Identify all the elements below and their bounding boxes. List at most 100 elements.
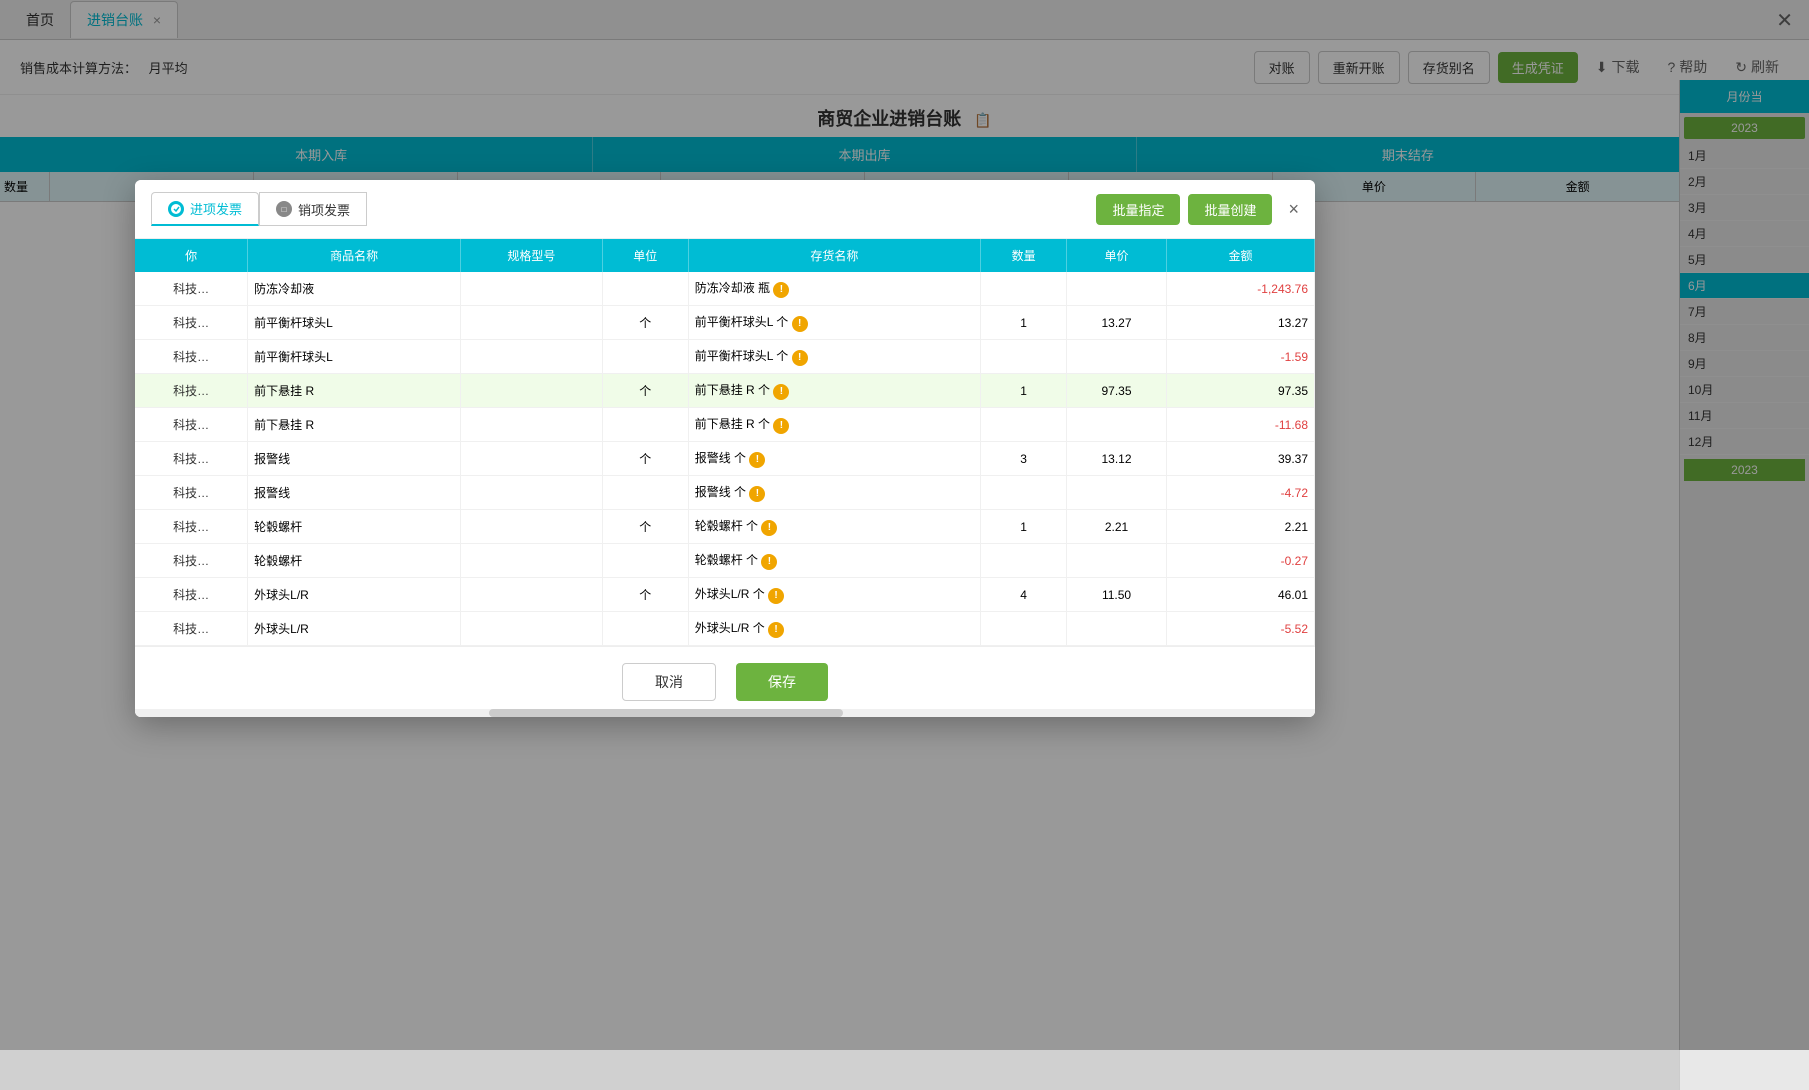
cell-quantity: 3 [981, 442, 1067, 476]
table-row[interactable]: 科技… 前下悬挂 R 个 前下悬挂 R 个 ! 1 97.35 97.35 [135, 374, 1315, 408]
cell-unit [602, 612, 688, 646]
sales-invoice-icon: □ [276, 201, 292, 217]
cell-spec [461, 476, 603, 510]
warning-icon: ! [792, 350, 808, 366]
warning-icon: ! [792, 316, 808, 332]
cell-spec [461, 612, 603, 646]
cell-unit-price [1067, 340, 1167, 374]
cell-unit-price [1067, 272, 1167, 306]
table-row[interactable]: 科技… 前平衡杆球头L 个 前平衡杆球头L 个 ! 1 13.27 13.27 [135, 306, 1315, 340]
cell-unit [602, 340, 688, 374]
table-row[interactable]: 科技… 报警线 个 报警线 个 ! 3 13.12 39.37 [135, 442, 1315, 476]
cell-company: 科技… [135, 306, 248, 340]
cell-amount: -1,243.76 [1166, 272, 1314, 306]
col-header-storage: 存货名称 [688, 239, 980, 272]
batch-assign-button[interactable]: 批量指定 [1096, 194, 1180, 225]
cell-storage: 防冻冷却液 瓶 ! [688, 272, 980, 306]
input-invoice-label: 进项发票 [190, 199, 242, 218]
batch-create-button[interactable]: 批量创建 [1188, 194, 1272, 225]
cell-quantity [981, 476, 1067, 510]
table-row[interactable]: 科技… 前平衡杆球头L 前平衡杆球头L 个 ! -1.59 [135, 340, 1315, 374]
modal-table-body: 科技… 防冻冷却液 防冻冷却液 瓶 ! -1,243.76 科技… 前平衡杆球头… [135, 272, 1315, 646]
cell-unit-price: 2.21 [1067, 510, 1167, 544]
cell-unit: 个 [602, 306, 688, 340]
modal-close-button[interactable]: × [1288, 199, 1299, 220]
col-header-unit-price: 单价 [1067, 239, 1167, 272]
cell-amount: 2.21 [1166, 510, 1314, 544]
warning-icon: ! [768, 588, 784, 604]
cell-amount: 97.35 [1166, 374, 1314, 408]
cell-unit-price: 13.12 [1067, 442, 1167, 476]
cell-product: 前下悬挂 R [248, 374, 461, 408]
modal-header-buttons: 批量指定 批量创建 [1096, 194, 1272, 225]
cell-company: 科技… [135, 510, 248, 544]
cell-spec [461, 544, 603, 578]
table-row[interactable]: 科技… 防冻冷却液 防冻冷却液 瓶 ! -1,243.76 [135, 272, 1315, 306]
cell-unit: 个 [602, 442, 688, 476]
table-row[interactable]: 科技… 轮毂螺杆 个 轮毂螺杆 个 ! 1 2.21 2.21 [135, 510, 1315, 544]
modal-table: 你 商品名称 规格型号 单位 存货名称 数量 单价 金额 科技… 防冻冷却液 [135, 239, 1315, 646]
modal-footer: 取消 保存 [135, 646, 1315, 717]
cell-amount: -1.59 [1166, 340, 1314, 374]
cell-product: 轮毂螺杆 [248, 510, 461, 544]
cell-storage: 外球头L/R 个 ! [688, 612, 980, 646]
cell-quantity [981, 612, 1067, 646]
save-button[interactable]: 保存 [736, 663, 828, 701]
cell-company: 科技… [135, 272, 248, 306]
warning-icon: ! [773, 282, 789, 298]
cell-company: 科技… [135, 578, 248, 612]
cell-unit [602, 476, 688, 510]
cell-storage: 前平衡杆球头L 个 ! [688, 340, 980, 374]
cell-spec [461, 578, 603, 612]
cell-company: 科技… [135, 544, 248, 578]
cell-spec [461, 442, 603, 476]
warning-icon: ! [773, 384, 789, 400]
cell-amount: -0.27 [1166, 544, 1314, 578]
col-header-product-name: 商品名称 [248, 239, 461, 272]
cell-spec [461, 306, 603, 340]
cell-storage: 前下悬挂 R 个 ! [688, 374, 980, 408]
cell-amount: 39.37 [1166, 442, 1314, 476]
modal-table-wrap: 你 商品名称 规格型号 单位 存货名称 数量 单价 金额 科技… 防冻冷却液 [135, 239, 1315, 646]
cell-quantity [981, 544, 1067, 578]
cell-company: 科技… [135, 408, 248, 442]
col-header-quantity: 数量 [981, 239, 1067, 272]
cell-product: 前下悬挂 R [248, 408, 461, 442]
table-row[interactable]: 科技… 外球头L/R 个 外球头L/R 个 ! 4 11.50 46.01 [135, 578, 1315, 612]
cell-quantity: 1 [981, 374, 1067, 408]
cell-amount: 46.01 [1166, 578, 1314, 612]
cell-unit-price [1067, 476, 1167, 510]
cell-unit-price: 97.35 [1067, 374, 1167, 408]
warning-icon: ! [761, 520, 777, 536]
cell-product: 前平衡杆球头L [248, 306, 461, 340]
modal-tabs: 进项发票 □ 销项发票 [151, 192, 367, 226]
cell-unit: 个 [602, 578, 688, 612]
col-header-company: 你 [135, 239, 248, 272]
warning-icon: ! [768, 622, 784, 638]
warning-icon: ! [749, 486, 765, 502]
table-row[interactable]: 科技… 外球头L/R 外球头L/R 个 ! -5.52 [135, 612, 1315, 646]
cell-amount: -4.72 [1166, 476, 1314, 510]
cell-storage: 轮毂螺杆 个 ! [688, 544, 980, 578]
cell-product: 报警线 [248, 476, 461, 510]
cancel-button[interactable]: 取消 [622, 663, 716, 701]
warning-icon: ! [749, 452, 765, 468]
tab-sales-invoice[interactable]: □ 销项发票 [259, 192, 367, 226]
tab-input-invoice[interactable]: 进项发票 [151, 192, 259, 226]
cell-amount: 13.27 [1166, 306, 1314, 340]
cell-product: 报警线 [248, 442, 461, 476]
cell-storage: 前平衡杆球头L 个 ! [688, 306, 980, 340]
cell-storage: 报警线 个 ! [688, 442, 980, 476]
table-row[interactable]: 科技… 报警线 报警线 个 ! -4.72 [135, 476, 1315, 510]
cell-unit [602, 272, 688, 306]
table-row[interactable]: 科技… 前下悬挂 R 前下悬挂 R 个 ! -11.68 [135, 408, 1315, 442]
warning-icon: ! [761, 554, 777, 570]
cell-storage: 轮毂螺杆 个 ! [688, 510, 980, 544]
cell-unit-price [1067, 544, 1167, 578]
cell-quantity: 1 [981, 510, 1067, 544]
cell-amount: -11.68 [1166, 408, 1314, 442]
table-row[interactable]: 科技… 轮毂螺杆 轮毂螺杆 个 ! -0.27 [135, 544, 1315, 578]
cell-quantity: 1 [981, 306, 1067, 340]
cell-product: 外球头L/R [248, 612, 461, 646]
cell-product: 前平衡杆球头L [248, 340, 461, 374]
